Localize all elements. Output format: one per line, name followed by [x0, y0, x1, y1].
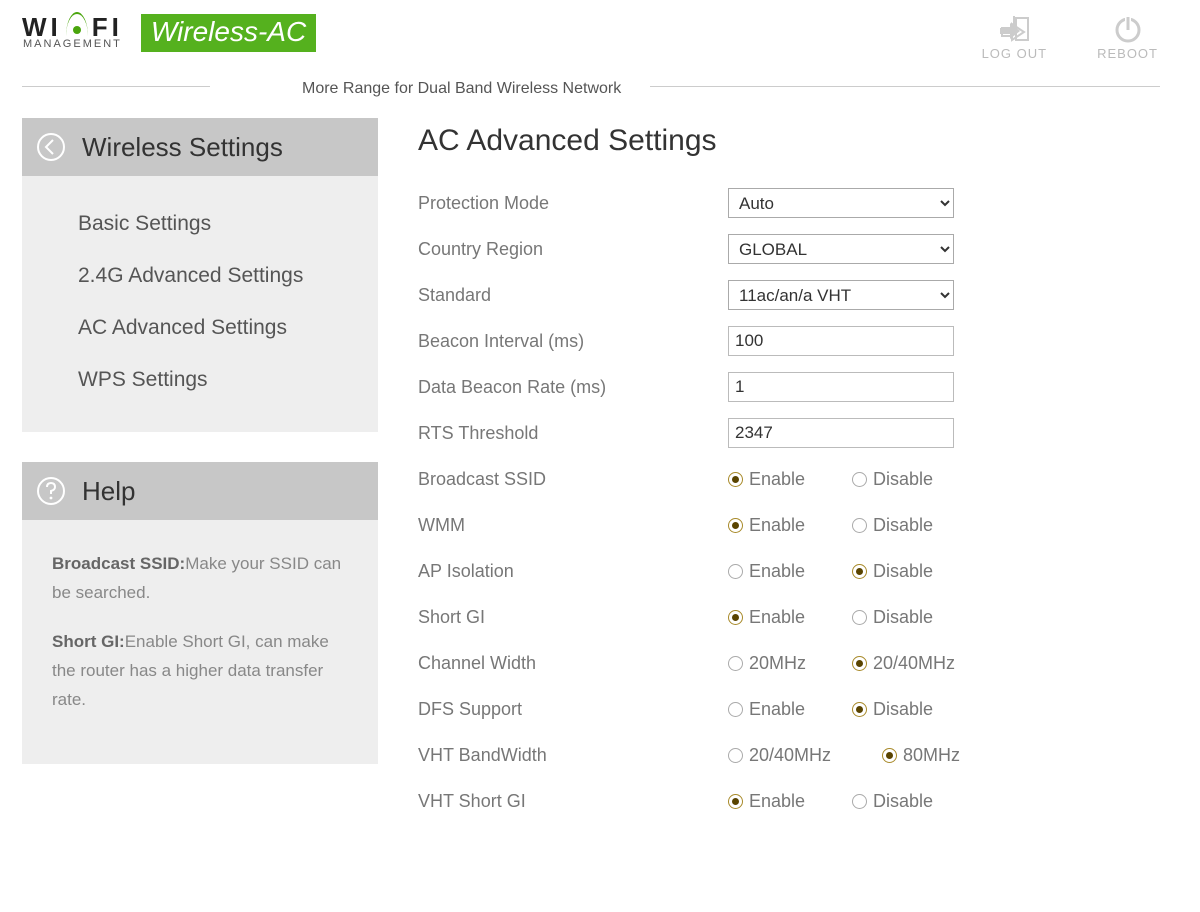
help-title: Help	[82, 476, 135, 507]
radio-vht-short-gi-disable[interactable]: Disable	[852, 791, 933, 812]
help-label: Broadcast SSID:	[52, 554, 185, 573]
radio-wmm-disable[interactable]: Disable	[852, 515, 933, 536]
label-country-region: Country Region	[418, 239, 728, 260]
label-beacon-interval: Beacon Interval (ms)	[418, 331, 728, 352]
header-actions: LOG OUT REBOOT	[982, 14, 1178, 61]
divider-left	[22, 86, 210, 87]
reboot-label: REBOOT	[1097, 46, 1158, 61]
radio-short-gi-disable[interactable]: Disable	[852, 607, 933, 628]
nav-item-basic-settings[interactable]: Basic Settings	[22, 198, 378, 250]
radio-vht-bw-80[interactable]: 80MHz	[882, 745, 960, 766]
logo-text-left: WI	[22, 14, 62, 40]
page-title: AC Advanced Settings	[418, 124, 1180, 158]
radio-broadcast-ssid-disable[interactable]: Disable	[852, 469, 933, 490]
radio-dfs-disable[interactable]: Disable	[852, 699, 933, 720]
divider-right	[650, 86, 1160, 87]
radio-wmm-enable[interactable]: Enable	[728, 515, 848, 536]
reboot-button[interactable]: REBOOT	[1097, 14, 1158, 61]
label-dfs-support: DFS Support	[418, 699, 728, 720]
label-rts-threshold: RTS Threshold	[418, 423, 728, 444]
input-data-beacon-rate[interactable]	[728, 372, 954, 402]
label-data-beacon-rate: Data Beacon Rate (ms)	[418, 377, 728, 398]
radio-ap-isolation-disable[interactable]: Disable	[852, 561, 933, 582]
help-body: Broadcast SSID:Make your SSID can be sea…	[22, 520, 378, 764]
radio-vht-bw-2040[interactable]: 20/40MHz	[728, 745, 878, 766]
radio-channel-width-20[interactable]: 20MHz	[728, 653, 848, 674]
wifi-arc-icon	[64, 18, 90, 36]
help-section: Help Broadcast SSID:Make your SSID can b…	[22, 462, 378, 764]
help-header: Help	[22, 462, 378, 520]
sidebar-title: Wireless Settings	[82, 132, 283, 163]
label-broadcast-ssid: Broadcast SSID	[418, 469, 728, 490]
logout-button[interactable]: LOG OUT	[982, 14, 1048, 61]
label-vht-bandwidth: VHT BandWidth	[418, 745, 728, 766]
label-standard: Standard	[418, 285, 728, 306]
wifi-management-logo: WI FI MANAGEMENT	[22, 14, 123, 50]
select-standard[interactable]: 11ac/an/a VHT	[728, 280, 954, 310]
select-country-region[interactable]: GLOBAL	[728, 234, 954, 264]
brand-block: Wireless-AC	[141, 14, 316, 52]
help-icon	[36, 476, 66, 506]
logo-block: WI FI MANAGEMENT Wireless-AC	[22, 14, 316, 52]
logo-subtext: MANAGEMENT	[23, 38, 122, 50]
content-scroll[interactable]: Wireless Settings Basic Settings 2.4G Ad…	[0, 118, 1200, 912]
label-protection-mode: Protection Mode	[418, 193, 728, 214]
nav-item-24g-advanced[interactable]: 2.4G Advanced Settings	[22, 250, 378, 302]
radio-ap-isolation-enable[interactable]: Enable	[728, 561, 848, 582]
power-icon	[1110, 14, 1146, 44]
label-ap-isolation: AP Isolation	[418, 561, 728, 582]
brand-tagline: More Range for Dual Band Wireless Networ…	[232, 80, 621, 98]
nav-list: Basic Settings 2.4G Advanced Settings AC…	[22, 176, 378, 432]
help-item-short-gi: Short GI:Enable Short GI, can make the r…	[52, 628, 356, 715]
header: WI FI MANAGEMENT Wireless-AC LOG OUT	[0, 0, 1200, 61]
label-vht-short-gi: VHT Short GI	[418, 791, 728, 812]
main-content: AC Advanced Settings Protection Mode Aut…	[378, 118, 1180, 832]
sidebar-header[interactable]: Wireless Settings	[22, 118, 378, 176]
radio-dfs-enable[interactable]: Enable	[728, 699, 848, 720]
back-arrow-icon	[36, 132, 66, 162]
help-label: Short GI:	[52, 632, 125, 651]
radio-broadcast-ssid-enable[interactable]: Enable	[728, 469, 848, 490]
radio-vht-short-gi-enable[interactable]: Enable	[728, 791, 848, 812]
label-channel-width: Channel Width	[418, 653, 728, 674]
nav-item-wps-settings[interactable]: WPS Settings	[22, 354, 378, 406]
label-wmm: WMM	[418, 515, 728, 536]
logout-icon	[996, 14, 1032, 44]
input-rts-threshold[interactable]	[728, 418, 954, 448]
brand-badge: Wireless-AC	[141, 14, 316, 52]
input-beacon-interval[interactable]	[728, 326, 954, 356]
sidebar: Wireless Settings Basic Settings 2.4G Ad…	[22, 118, 378, 832]
help-item-broadcast-ssid: Broadcast SSID:Make your SSID can be sea…	[52, 550, 356, 608]
logo-text-right: FI	[92, 14, 123, 40]
radio-short-gi-enable[interactable]: Enable	[728, 607, 848, 628]
radio-channel-width-2040[interactable]: 20/40MHz	[852, 653, 955, 674]
nav-item-ac-advanced[interactable]: AC Advanced Settings	[22, 302, 378, 354]
label-short-gi: Short GI	[418, 607, 728, 628]
select-protection-mode[interactable]: Auto	[728, 188, 954, 218]
logout-label: LOG OUT	[982, 46, 1048, 61]
